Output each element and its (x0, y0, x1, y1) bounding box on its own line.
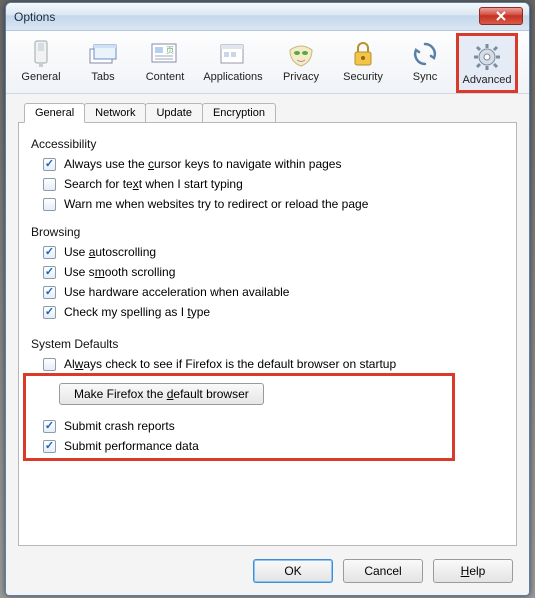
extra-checkbox-1[interactable] (43, 440, 56, 453)
make-default-button[interactable]: Make Firefox the default browser (59, 383, 264, 405)
browsing-row-0: Use autoscrolling (43, 245, 504, 259)
toolbar-sync[interactable]: Sync (394, 33, 456, 93)
group-browsing-title: Browsing (31, 225, 504, 239)
toolbar-security[interactable]: Security (332, 33, 394, 93)
accessibility-checkbox-0[interactable] (43, 158, 56, 171)
ok-button[interactable]: OK (253, 559, 333, 583)
accessibility-checkbox-2[interactable] (43, 198, 56, 211)
switch-icon (10, 37, 72, 71)
accessibility-checkbox-1[interactable] (43, 178, 56, 191)
browsing-row-2: Use hardware acceleration when available (43, 285, 504, 299)
category-toolbar: General Tabs 页 Content Applications Priv… (6, 31, 529, 94)
group-accessibility-title: Accessibility (31, 137, 504, 151)
accessibility-label-1: Search for text when I start typing (64, 177, 243, 191)
browsing-checkbox-2[interactable] (43, 286, 56, 299)
extra-checkbox-0[interactable] (43, 420, 56, 433)
browsing-row-1: Use smooth scrolling (43, 265, 504, 279)
group-system-title: System Defaults (31, 337, 504, 351)
content-icon: 页 (134, 37, 196, 71)
gear-icon (459, 40, 515, 74)
system-row-0: Always check to see if Firefox is the de… (43, 357, 504, 371)
accessibility-label-2: Warn me when websites try to redirect or… (64, 197, 368, 211)
lock-icon (332, 37, 394, 71)
system-label-0: Always check to see if Firefox is the de… (64, 357, 396, 371)
browsing-label-3: Check my spelling as I type (64, 305, 210, 319)
extra-row-1: Submit performance data (43, 439, 504, 453)
browsing-checkbox-3[interactable] (43, 306, 56, 319)
window-title: Options (14, 10, 479, 24)
cancel-button[interactable]: Cancel (343, 559, 423, 583)
tab-update[interactable]: Update (145, 103, 202, 123)
browsing-label-0: Use autoscrolling (64, 245, 156, 259)
close-icon (496, 11, 506, 21)
svg-text:页: 页 (166, 46, 174, 55)
accessibility-row-1: Search for text when I start typing (43, 177, 504, 191)
general-panel: Accessibility Always use the cursor keys… (18, 122, 517, 546)
browsing-row-3: Check my spelling as I type (43, 305, 504, 319)
toolbar-advanced[interactable]: Advanced (456, 33, 518, 93)
advanced-subtabs: General Network Update Encryption (24, 102, 521, 122)
system-checkbox-0[interactable] (43, 358, 56, 371)
accessibility-label-0: Always use the cursor keys to navigate w… (64, 157, 341, 171)
browsing-checkbox-1[interactable] (43, 266, 56, 279)
extra-label-1: Submit performance data (64, 439, 199, 453)
toolbar-privacy[interactable]: Privacy (270, 33, 332, 93)
accessibility-row-2: Warn me when websites try to redirect or… (43, 197, 504, 211)
extra-label-0: Submit crash reports (64, 419, 175, 433)
tab-network[interactable]: Network (84, 103, 146, 123)
sync-icon (394, 37, 456, 71)
tab-general[interactable]: General (24, 103, 85, 123)
titlebar: Options (6, 3, 529, 31)
applications-icon (196, 37, 270, 71)
browsing-checkbox-0[interactable] (43, 246, 56, 259)
browsing-label-1: Use smooth scrolling (64, 265, 175, 279)
browsing-label-2: Use hardware acceleration when available (64, 285, 289, 299)
toolbar-tabs[interactable]: Tabs (72, 33, 134, 93)
tab-encryption[interactable]: Encryption (202, 103, 276, 123)
accessibility-row-0: Always use the cursor keys to navigate w… (43, 157, 504, 171)
options-window: Options General Tabs 页 Content (5, 2, 530, 596)
dialog-buttons: OK Cancel Help (253, 559, 513, 583)
close-button[interactable] (479, 7, 523, 25)
tabs-icon (72, 37, 134, 71)
toolbar-content[interactable]: 页 Content (134, 33, 196, 93)
help-button[interactable]: Help (433, 559, 513, 583)
mask-icon (270, 37, 332, 71)
extra-row-0: Submit crash reports (43, 419, 504, 433)
toolbar-general[interactable]: General (10, 33, 72, 93)
toolbar-applications[interactable]: Applications (196, 33, 270, 93)
